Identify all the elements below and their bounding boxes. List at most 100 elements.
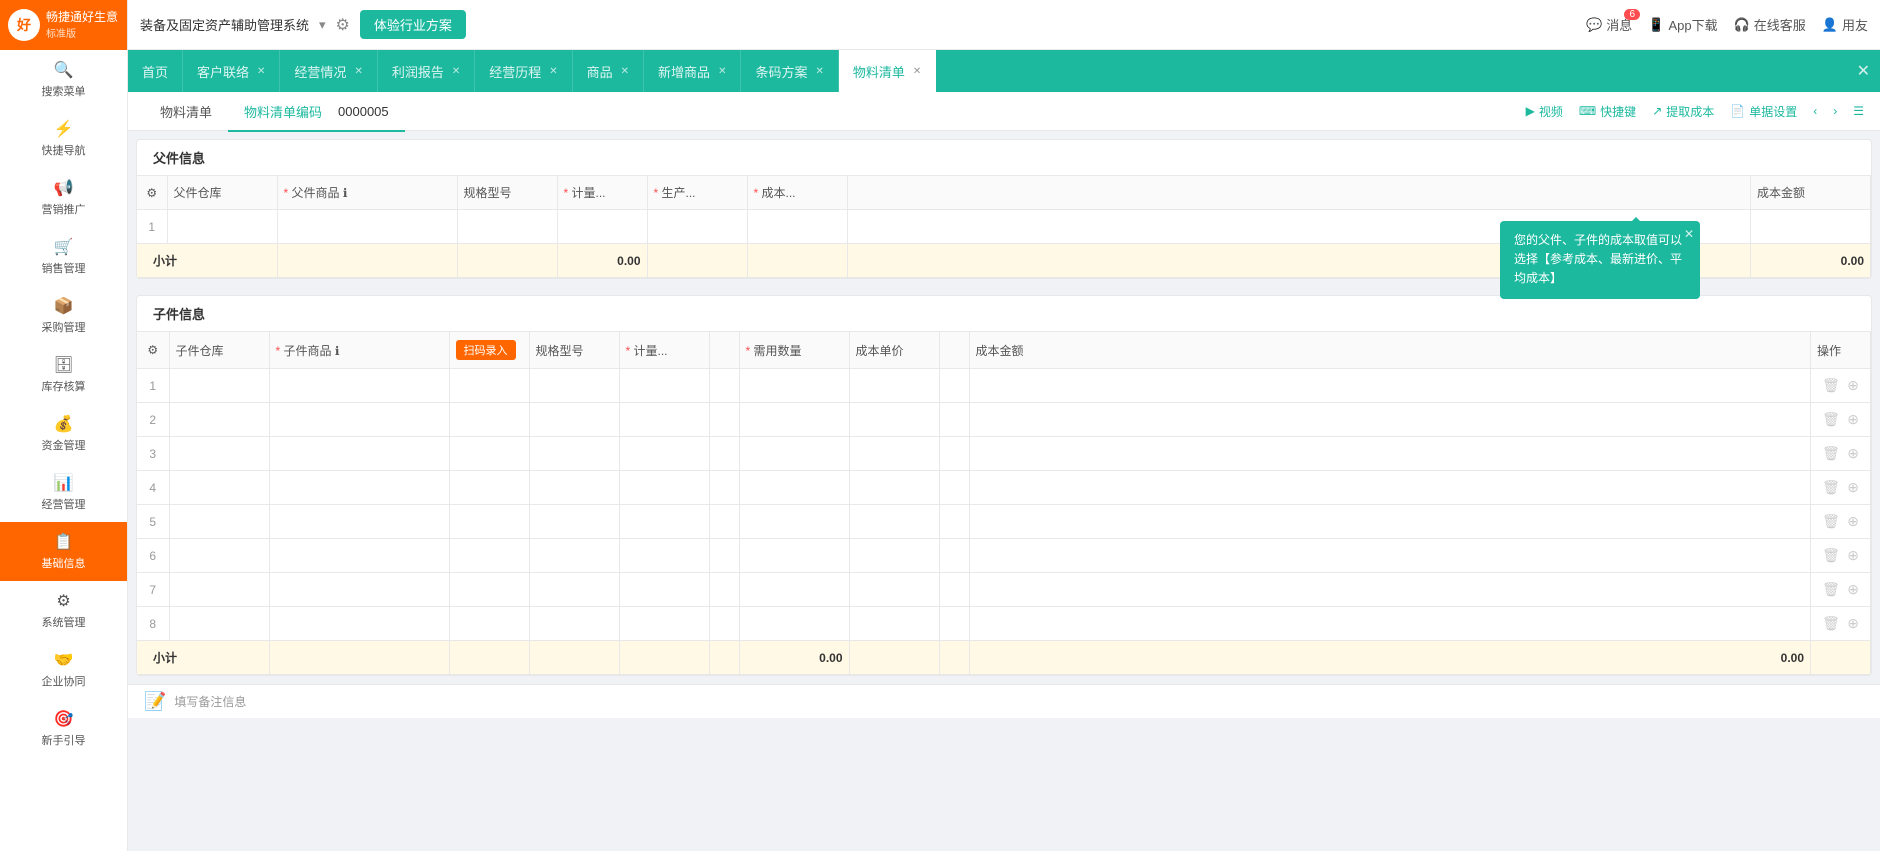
sidebar-item-sales[interactable]: 🛒 销售管理 bbox=[0, 227, 127, 286]
child-row-price[interactable] bbox=[849, 437, 939, 471]
app-download-action[interactable]: 📱 App下载 bbox=[1648, 15, 1717, 34]
delete-icon[interactable]: 🗑 bbox=[1820, 479, 1842, 495]
close-customer-icon[interactable]: ✕ bbox=[257, 66, 265, 77]
message-action[interactable]: 💬 消息 6 bbox=[1586, 15, 1632, 34]
copy-icon[interactable]: ⊕ bbox=[1845, 513, 1861, 529]
child-row-need[interactable] bbox=[739, 437, 849, 471]
child-row-need[interactable] bbox=[739, 505, 849, 539]
child-row-warehouse[interactable] bbox=[169, 607, 269, 641]
parent-row-1-warehouse[interactable] bbox=[167, 210, 277, 244]
tab-bom[interactable]: 物料清单 ✕ bbox=[839, 50, 936, 92]
tab-customer[interactable]: 客户联络 ✕ bbox=[183, 50, 280, 92]
sidebar-item-quick-nav[interactable]: ⚡ 快捷导航 bbox=[0, 109, 127, 168]
child-row-warehouse[interactable] bbox=[169, 573, 269, 607]
settings-icon[interactable]: ⚙ bbox=[336, 15, 350, 35]
copy-icon[interactable]: ⊕ bbox=[1845, 377, 1861, 393]
sidebar-item-guide[interactable]: 🎯 新手引导 bbox=[0, 699, 127, 758]
copy-icon[interactable]: ⊕ bbox=[1845, 581, 1861, 597]
sidebar-item-marketing[interactable]: 📢 营销推广 bbox=[0, 168, 127, 227]
tab-barcode[interactable]: 条码方案 ✕ bbox=[741, 50, 838, 92]
delete-icon[interactable]: 🗑 bbox=[1820, 547, 1842, 563]
child-row-spec[interactable] bbox=[529, 369, 619, 403]
copy-icon[interactable]: ⊕ bbox=[1845, 445, 1861, 461]
child-row-warehouse[interactable] bbox=[169, 471, 269, 505]
child-row-need[interactable] bbox=[739, 607, 849, 641]
close-profit-icon[interactable]: ✕ bbox=[452, 66, 460, 77]
child-row-spec[interactable] bbox=[529, 505, 619, 539]
tab-profit[interactable]: 利润报告 ✕ bbox=[378, 50, 475, 92]
parent-row-1-cost[interactable] bbox=[747, 210, 847, 244]
child-row-price[interactable] bbox=[849, 607, 939, 641]
delete-icon[interactable]: 🗑 bbox=[1820, 615, 1842, 631]
close-bom-icon[interactable]: ✕ bbox=[913, 66, 921, 77]
child-row-warehouse[interactable] bbox=[169, 403, 269, 437]
child-row-need[interactable] bbox=[739, 539, 849, 573]
close-barcode-icon[interactable]: ✕ bbox=[815, 66, 823, 77]
parent-row-1-spec[interactable] bbox=[457, 210, 557, 244]
child-row-price[interactable] bbox=[849, 403, 939, 437]
close-goods-icon[interactable]: ✕ bbox=[621, 66, 629, 77]
child-row-qty[interactable] bbox=[619, 403, 709, 437]
sidebar-item-inventory[interactable]: 🗄 库存核算 bbox=[0, 345, 127, 404]
nav-next-btn[interactable]: › bbox=[1833, 104, 1837, 118]
close-operations-icon[interactable]: ✕ bbox=[354, 66, 362, 77]
copy-icon[interactable]: ⊕ bbox=[1845, 615, 1861, 631]
delete-icon[interactable]: 🗑 bbox=[1820, 445, 1842, 461]
delete-icon[interactable]: 🗑 bbox=[1820, 513, 1842, 529]
tooltip-close-btn[interactable]: ✕ bbox=[1684, 225, 1694, 244]
extract-cost-btn[interactable]: ↗ 提取成本 bbox=[1652, 103, 1714, 120]
child-row-price[interactable] bbox=[849, 471, 939, 505]
child-row-spec[interactable] bbox=[529, 573, 619, 607]
child-row-price[interactable] bbox=[849, 369, 939, 403]
sidebar-item-operations[interactable]: 📊 经营管理 bbox=[0, 463, 127, 522]
scan-input-btn[interactable]: 扫码录入 bbox=[456, 340, 516, 360]
child-row-spec[interactable] bbox=[529, 539, 619, 573]
experience-btn[interactable]: 体验行业方案 bbox=[360, 10, 466, 39]
sidebar-item-system[interactable]: ⚙ 系统管理 bbox=[0, 581, 127, 640]
single-setting-btn[interactable]: 📄 单据设置 bbox=[1730, 103, 1797, 120]
child-row-goods[interactable] bbox=[269, 505, 449, 539]
sidebar-item-purchase[interactable]: 📦 采购管理 bbox=[0, 286, 127, 345]
child-row-goods[interactable] bbox=[269, 437, 449, 471]
child-row-qty[interactable] bbox=[619, 471, 709, 505]
sub-tab-detail[interactable]: 物料清单编码 0000005 bbox=[228, 92, 405, 132]
list-view-btn[interactable]: ☰ bbox=[1853, 104, 1864, 118]
child-row-need[interactable] bbox=[739, 573, 849, 607]
tab-goods[interactable]: 商品 ✕ bbox=[573, 50, 644, 92]
delete-icon[interactable]: 🗑 bbox=[1820, 377, 1842, 393]
child-row-need[interactable] bbox=[739, 403, 849, 437]
view-btn[interactable]: ▶ 视频 bbox=[1526, 103, 1563, 120]
tab-operations[interactable]: 经营情况 ✕ bbox=[280, 50, 377, 92]
child-row-need[interactable] bbox=[739, 369, 849, 403]
child-row-spec[interactable] bbox=[529, 471, 619, 505]
parent-row-1-qty[interactable] bbox=[557, 210, 647, 244]
parent-row-1-prod[interactable] bbox=[647, 210, 747, 244]
nav-prev-btn[interactable]: ‹ bbox=[1813, 104, 1817, 118]
child-row-price[interactable] bbox=[849, 539, 939, 573]
child-row-warehouse[interactable] bbox=[169, 505, 269, 539]
sidebar-item-enterprise[interactable]: 🤝 企业协同 bbox=[0, 640, 127, 699]
nav-close-all[interactable]: ✕ bbox=[1847, 61, 1880, 81]
child-row-goods[interactable] bbox=[269, 403, 449, 437]
copy-icon[interactable]: ⊕ bbox=[1845, 411, 1861, 427]
delete-icon[interactable]: 🗑 bbox=[1820, 411, 1842, 427]
child-row-warehouse[interactable] bbox=[169, 437, 269, 471]
child-row-qty[interactable] bbox=[619, 539, 709, 573]
child-row-goods[interactable] bbox=[269, 573, 449, 607]
child-row-goods[interactable] bbox=[269, 471, 449, 505]
child-row-goods[interactable] bbox=[269, 539, 449, 573]
child-row-spec[interactable] bbox=[529, 403, 619, 437]
child-row-goods[interactable] bbox=[269, 607, 449, 641]
sidebar-item-finance[interactable]: 💰 资金管理 bbox=[0, 404, 127, 463]
delete-icon[interactable]: 🗑 bbox=[1820, 581, 1842, 597]
sub-tab-list[interactable]: 物料清单 bbox=[144, 92, 228, 132]
child-row-warehouse[interactable] bbox=[169, 369, 269, 403]
close-add-goods-icon[interactable]: ✕ bbox=[718, 66, 726, 77]
child-row-qty[interactable] bbox=[619, 607, 709, 641]
shortcut-btn[interactable]: ⌨ 快捷键 bbox=[1579, 103, 1636, 120]
tab-home[interactable]: 首页 bbox=[128, 50, 183, 92]
child-row-qty[interactable] bbox=[619, 437, 709, 471]
child-row-warehouse[interactable] bbox=[169, 539, 269, 573]
sidebar-item-search[interactable]: 🔍 搜索菜单 bbox=[0, 50, 127, 109]
child-row-need[interactable] bbox=[739, 471, 849, 505]
